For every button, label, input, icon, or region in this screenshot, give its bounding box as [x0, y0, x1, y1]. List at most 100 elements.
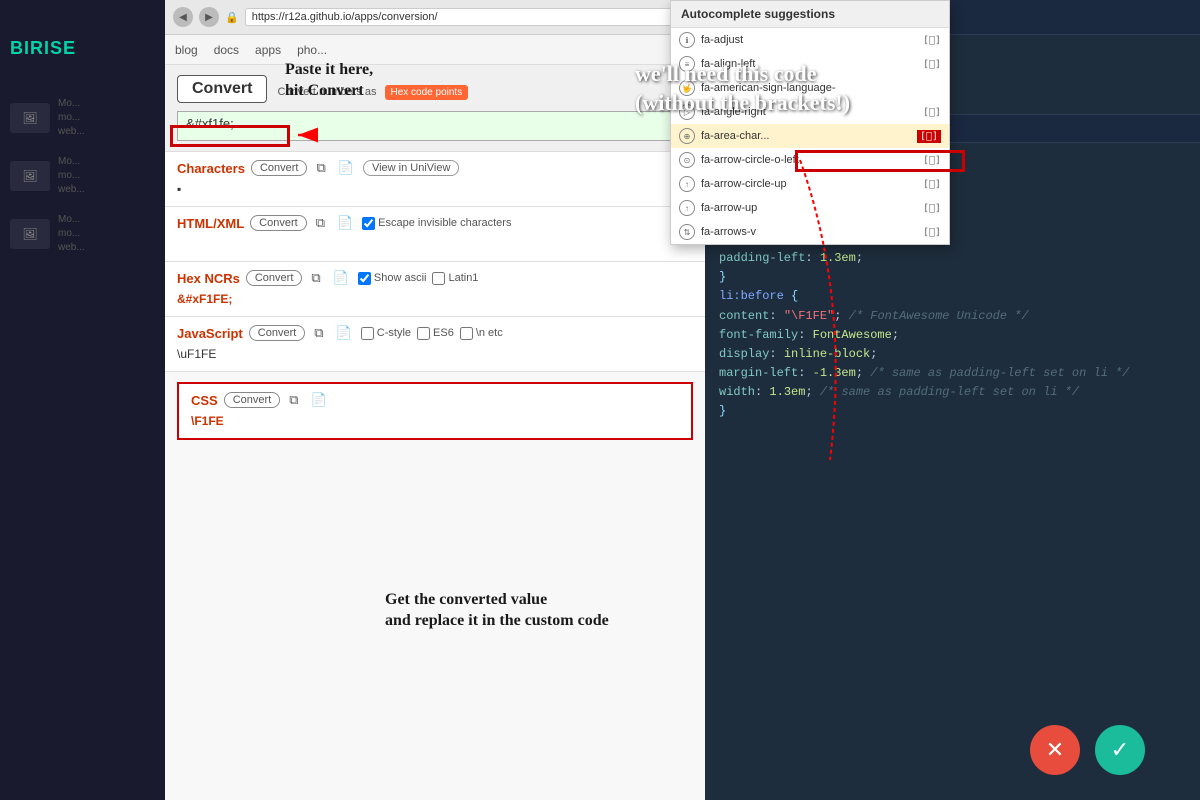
- hexncrs-label: Hex NCRs: [177, 271, 240, 286]
- hexncrs-header: Hex NCRs Convert ⧉ 📄 Show ascii Latin1: [177, 270, 693, 286]
- characters-header: Characters Convert ⧉ 📄 View in UniView: [177, 160, 693, 176]
- htmlxml-label: HTML/XML: [177, 216, 244, 231]
- view-in-uniview-btn[interactable]: View in UniView: [363, 160, 459, 176]
- convert-numbers-row: Convert numbers as Hex code points: [277, 85, 468, 100]
- dropdown-name-arrow-up: fa-arrow-up: [701, 202, 917, 214]
- cstyle-checkbox[interactable]: [361, 327, 374, 340]
- characters-copy-btn[interactable]: ⧉: [313, 160, 328, 176]
- dropdown-item-area-chart[interactable]: ⊕ fa-area-char... []: [671, 124, 949, 148]
- dropdown-name-arrow-circle-left: fa-arrow-circle-o-left: [701, 154, 917, 166]
- confirm-button[interactable]: ✓: [1095, 725, 1145, 775]
- css-line-width: width: 1.3em; /* same as padding-left se…: [719, 383, 1186, 402]
- dropdown-name-arrows-v: fa-arrows-v: [701, 226, 917, 238]
- htmlxml-section: HTML/XML Convert ⧉ 📄 Escape invisible ch…: [165, 207, 705, 262]
- dropdown-item-align-left[interactable]: ≡ fa-align-left []: [671, 52, 949, 76]
- sidebar: BIRISE 🖼 Mo... mo... web... 🖼 Mo... mo..…: [0, 0, 165, 800]
- dropdown-item-angle-right[interactable]: ▷ fa-angle-right []: [671, 100, 949, 124]
- dropdown-item-asl[interactable]: 🤟 fa-american-sign-language-: [671, 76, 949, 100]
- cstyle-label: C-style: [361, 327, 411, 340]
- characters-label: Characters: [177, 161, 245, 176]
- htmlxml-file-btn[interactable]: 📄: [334, 215, 356, 231]
- sidebar-item-2[interactable]: 🖼 Mo... mo... web...: [0, 147, 165, 205]
- sidebar-icon-2: 🖼: [10, 161, 50, 191]
- dropdown-name-arrow-circle-up: fa-arrow-circle-up: [701, 178, 917, 190]
- css-copy-btn[interactable]: ⧉: [286, 392, 301, 408]
- sidebar-item-1[interactable]: 🖼 Mo... mo... web...: [0, 89, 165, 147]
- dropdown-icon-arrow-circle-up: ↑: [679, 176, 695, 192]
- dropdown-code-area-chart: []: [917, 130, 941, 143]
- dropdown-item-arrow-circle-up[interactable]: ↑ fa-arrow-circle-up []: [671, 172, 949, 196]
- n-etc-label: \n etc: [460, 327, 503, 340]
- back-button[interactable]: ◀: [173, 7, 193, 27]
- cancel-button[interactable]: ✕: [1030, 725, 1080, 775]
- dropdown-item-arrows-v[interactable]: ⇅ fa-arrows-v []: [671, 220, 949, 244]
- javascript-file-btn[interactable]: 📄: [333, 325, 355, 341]
- javascript-label: JavaScript: [177, 326, 243, 341]
- css-line-font-family: font-family: FontAwesome;: [719, 326, 1186, 345]
- css-line-before: li:before {: [719, 287, 1186, 306]
- characters-file-btn[interactable]: 📄: [335, 160, 357, 176]
- htmlxml-header: HTML/XML Convert ⧉ 📄 Escape invisible ch…: [177, 215, 693, 231]
- hexncrs-file-btn[interactable]: 📄: [330, 270, 352, 286]
- hexncrs-convert-btn[interactable]: Convert: [246, 270, 303, 286]
- javascript-convert-btn[interactable]: Convert: [249, 325, 306, 341]
- dropdown-icon-align-left: ≡: [679, 56, 695, 72]
- javascript-value: \uF1FE: [177, 345, 693, 363]
- nav-apps[interactable]: apps: [255, 43, 281, 57]
- hex-code-badge[interactable]: Hex code points: [385, 85, 469, 100]
- dropdown-name-angle-right: fa-angle-right: [701, 106, 917, 118]
- css-line-before-close: }: [719, 402, 1186, 421]
- dropdown-code-adjust: []: [923, 35, 941, 46]
- escape-invisible-checkbox[interactable]: [362, 217, 375, 230]
- dropdown-icon-arrow-up: ↑: [679, 200, 695, 216]
- characters-convert-btn[interactable]: Convert: [251, 160, 308, 176]
- sidebar-text-3: Mo... mo... web...: [58, 213, 85, 255]
- dropdown-menu: Autocomplete suggestions ℹ fa-adjust []…: [670, 0, 950, 245]
- dropdown-icon-arrows-v: ⇅: [679, 224, 695, 240]
- convert-numbers-label: Convert numbers as: [277, 86, 376, 98]
- dropdown-icon-adjust: ℹ: [679, 32, 695, 48]
- show-ascii-label: Show ascii: [358, 272, 427, 285]
- hexncrs-result: &#xF1FE;: [177, 292, 232, 306]
- css-section-wrapper: CSS Convert ⧉ 📄 \F1FE: [165, 372, 705, 450]
- main-convert-button[interactable]: Convert: [177, 75, 267, 103]
- show-ascii-checkbox[interactable]: [358, 272, 371, 285]
- es6-checkbox[interactable]: [417, 327, 430, 340]
- dropdown-icon-arrow-circle-left: ⊙: [679, 152, 695, 168]
- sidebar-item-3[interactable]: 🖼 Mo... mo... web...: [0, 205, 165, 263]
- n-etc-checkbox[interactable]: [460, 327, 473, 340]
- sidebar-icon-3: 🖼: [10, 219, 50, 249]
- css-file-btn[interactable]: 📄: [308, 392, 330, 408]
- dropdown-code-angle-right: []: [923, 107, 941, 118]
- dropdown-code-arrows-v: []: [923, 227, 941, 238]
- converter-panel: Convert Convert numbers as Hex code poin…: [165, 65, 705, 800]
- dropdown-icon-asl: 🤟: [679, 80, 695, 96]
- css-line-content: content: "\F1FE"; /* FontAwesome Unicode…: [719, 307, 1186, 326]
- forward-button[interactable]: ▶: [199, 7, 219, 27]
- htmlxml-convert-btn[interactable]: Convert: [250, 215, 307, 231]
- htmlxml-copy-btn[interactable]: ⧉: [313, 215, 328, 231]
- css-line-margin-left: margin-left: -1.3em; /* same as padding-…: [719, 364, 1186, 383]
- latin1-checkbox[interactable]: [432, 272, 445, 285]
- dropdown-name-align-left: fa-align-left: [701, 58, 917, 70]
- hexncrs-copy-btn[interactable]: ⧉: [308, 270, 323, 286]
- dropdown-item-arrow-up[interactable]: ↑ fa-arrow-up []: [671, 196, 949, 220]
- input-result-box[interactable]: &#xf1fe;: [177, 111, 693, 141]
- javascript-header: JavaScript Convert ⧉ 📄 C-style ES6 \n et…: [177, 325, 693, 341]
- dropdown-code-arrow-circle-left: []: [923, 155, 941, 166]
- dropdown-item-arrow-circle-left[interactable]: ⊙ fa-arrow-circle-o-left []: [671, 148, 949, 172]
- dropdown-icon-area-chart: ⊕: [679, 128, 695, 144]
- escape-invisible-label: Escape invisible characters: [362, 217, 511, 230]
- url-bar[interactable]: https://r12a.github.io/apps/conversion/: [245, 8, 697, 26]
- nav-pho[interactable]: pho...: [297, 43, 327, 57]
- css-convert-btn[interactable]: Convert: [224, 392, 281, 408]
- dropdown-name-area-chart: fa-area-char...: [701, 130, 911, 142]
- dropdown-header: Autocomplete suggestions: [671, 1, 949, 28]
- nav-docs[interactable]: docs: [214, 43, 239, 57]
- dropdown-code-align-left: []: [923, 59, 941, 70]
- htmlxml-value: [177, 235, 693, 253]
- css-label: CSS: [191, 393, 218, 408]
- dropdown-item-adjust[interactable]: ℹ fa-adjust []: [671, 28, 949, 52]
- javascript-copy-btn[interactable]: ⧉: [311, 325, 326, 341]
- nav-blog[interactable]: blog: [175, 43, 198, 57]
